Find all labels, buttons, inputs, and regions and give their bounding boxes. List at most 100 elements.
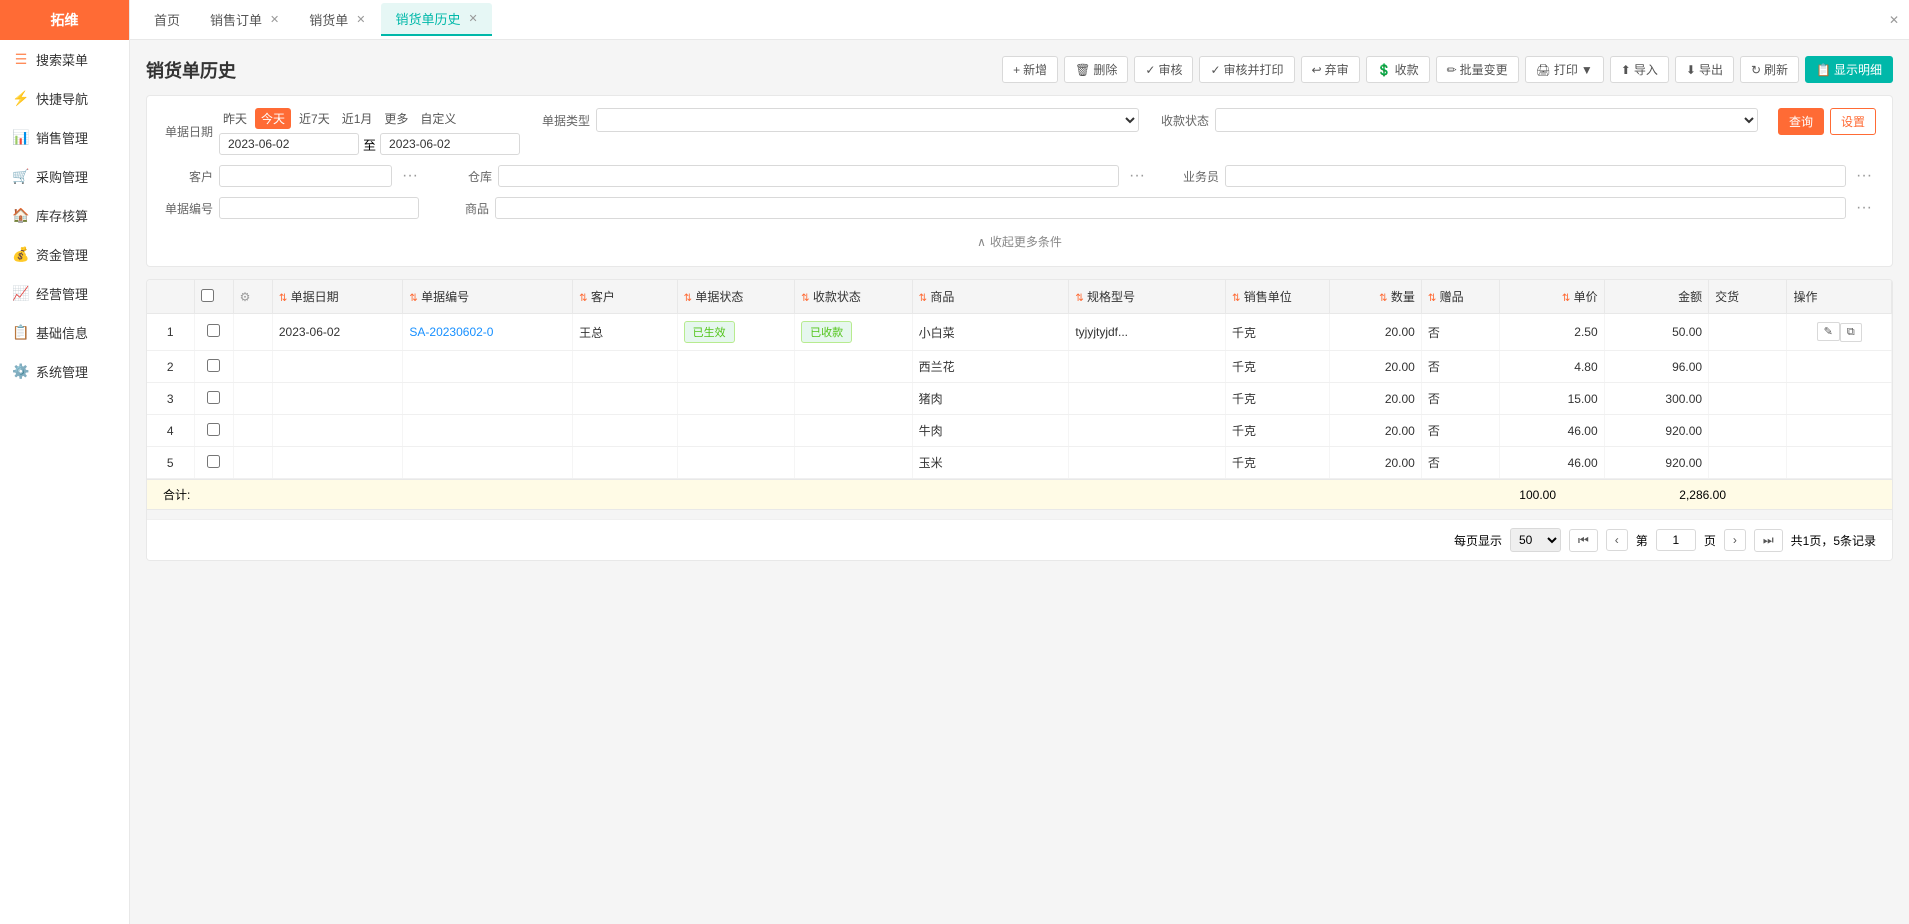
date-start-input[interactable] (219, 133, 359, 155)
cell-doc-no[interactable] (403, 383, 573, 415)
import-button[interactable]: ⬆ 导入 (1610, 56, 1669, 83)
date-btn-more[interactable]: 更多 (380, 108, 412, 129)
date-btn-7days[interactable]: 近7天 (295, 108, 334, 129)
sidebar-item-sys-mgmt[interactable]: ⚙️ 系统管理 (0, 352, 129, 391)
date-btn-1month[interactable]: 近1月 (338, 108, 377, 129)
cell-check[interactable] (194, 314, 233, 351)
cell-check[interactable] (194, 351, 233, 383)
customer-dots[interactable]: ··· (398, 167, 422, 185)
cell-doc-no[interactable] (403, 447, 573, 479)
customer-input[interactable] (219, 165, 392, 187)
salesperson-input[interactable] (1225, 165, 1846, 187)
show-detail-button[interactable]: 📋 显示明细 (1805, 56, 1893, 83)
abandon-button[interactable]: ↩ 弃审 (1301, 56, 1360, 83)
row-checkbox[interactable] (207, 359, 220, 372)
cell-check[interactable] (194, 383, 233, 415)
cell-gift: 否 (1421, 314, 1499, 351)
col-header-doc-no[interactable]: ⇅ 单据编号 (403, 280, 573, 314)
cell-action: ✎⧉ (1787, 314, 1892, 351)
prev-page-button[interactable]: ‹ (1606, 529, 1628, 551)
sidebar-item-sales-mgmt[interactable]: 📊 销售管理 (0, 118, 129, 157)
edit-button[interactable]: ✎ (1817, 322, 1840, 341)
tab-sales-history-close[interactable]: ✕ (469, 12, 478, 25)
col-header-check[interactable] (194, 280, 233, 314)
sidebar-item-basic-info[interactable]: 📋 基础信息 (0, 313, 129, 352)
warehouse-dots[interactable]: ··· (1125, 167, 1149, 185)
tab-home[interactable]: 首页 (140, 4, 194, 35)
tab-sales-goods[interactable]: 销货单 ✕ (295, 4, 379, 35)
col-header-doc-status[interactable]: ⇅ 单据状态 (677, 280, 795, 314)
date-btn-custom[interactable]: 自定义 (416, 108, 460, 129)
export-button[interactable]: ⬇ 导出 (1675, 56, 1734, 83)
new-button[interactable]: + 新增 (1002, 56, 1058, 83)
settings-button[interactable]: 设置 (1830, 108, 1876, 135)
col-header-customer[interactable]: ⇅ 客户 (573, 280, 677, 314)
col-header-price[interactable]: ⇅ 单价 (1500, 280, 1604, 314)
last-page-button[interactable]: ⏭ (1754, 529, 1783, 552)
collapse-button[interactable]: ∧ 收起更多条件 (163, 229, 1876, 254)
date-end-input[interactable] (380, 133, 520, 155)
tab-bar: 首页 销售订单 ✕ 销货单 ✕ 销货单历史 ✕ ✕ (130, 0, 1909, 40)
copy-button[interactable]: ⧉ (1840, 323, 1862, 342)
print-button[interactable]: 🖨 打印 ▼ (1525, 56, 1604, 83)
col-header-gift[interactable]: ⇅ 赠品 (1421, 280, 1499, 314)
per-page-select[interactable]: 50 100 (1510, 528, 1561, 552)
first-page-button[interactable]: ⏮ (1569, 529, 1598, 552)
audit-button[interactable]: ✓ 审核 (1134, 56, 1193, 83)
doc-type-select[interactable] (596, 108, 1139, 132)
page-number-input[interactable] (1656, 529, 1696, 551)
main-area: 首页 销售订单 ✕ 销货单 ✕ 销货单历史 ✕ ✕ 销货单历史 + 新增 (130, 0, 1909, 924)
goods-input[interactable] (495, 197, 1846, 219)
date-btn-yesterday[interactable]: 昨天 (219, 108, 251, 129)
cell-check[interactable] (194, 415, 233, 447)
salesperson-dots[interactable]: ··· (1852, 167, 1876, 185)
audit-print-button[interactable]: ✓ 审核并打印 (1199, 56, 1294, 83)
col-header-unit[interactable]: ⇅ 销售单位 (1226, 280, 1330, 314)
cell-doc-no[interactable] (403, 415, 573, 447)
goods-dots[interactable]: ··· (1852, 199, 1876, 217)
cell-amount: 920.00 (1604, 415, 1708, 447)
row-checkbox[interactable] (207, 324, 220, 337)
tab-sales-history[interactable]: 销货单历史 ✕ (381, 3, 491, 36)
col-header-qty[interactable]: ⇅ 数量 (1330, 280, 1421, 314)
tab-sales-order-close[interactable]: ✕ (270, 13, 279, 26)
col-header-pay-status[interactable]: ⇅ 收款状态 (795, 280, 913, 314)
sidebar-item-finance[interactable]: 💰 资金管理 (0, 235, 129, 274)
pay-status-select[interactable] (1215, 108, 1758, 132)
row-checkbox[interactable] (207, 455, 220, 468)
next-page-button[interactable]: › (1724, 529, 1746, 551)
col-header-goods[interactable]: ⇅ 商品 (912, 280, 1069, 314)
horizontal-scrollbar[interactable] (147, 509, 1892, 519)
col-header-date[interactable]: ⇅ 单据日期 (272, 280, 403, 314)
tab-sales-goods-close[interactable]: ✕ (356, 13, 365, 26)
cell-doc-no[interactable]: SA-20230602-0 (403, 314, 573, 351)
warehouse-input[interactable] (498, 165, 1119, 187)
audit-icon: ✓ (1145, 63, 1155, 77)
sidebar-item-search-menu[interactable]: ☰ 搜索菜单 (0, 40, 129, 79)
cell-action (1787, 415, 1892, 447)
table-row: 5 玉米 千克 20.00 否 46.00 920.00 (147, 447, 1892, 479)
column-settings-icon[interactable]: ⚙ (240, 290, 251, 304)
sidebar-item-quick-nav[interactable]: ⚡ 快捷导航 (0, 79, 129, 118)
receive-button[interactable]: 💲 收款 (1366, 56, 1430, 83)
query-button[interactable]: 查询 (1778, 108, 1824, 135)
select-all-checkbox[interactable] (201, 289, 214, 302)
delete-button[interactable]: 🗑 删除 (1064, 56, 1128, 83)
sidebar-item-ops-mgmt[interactable]: 📈 经营管理 (0, 274, 129, 313)
col-header-settings[interactable]: ⚙ (233, 280, 272, 314)
cell-check[interactable] (194, 447, 233, 479)
batch-change-button[interactable]: ✏ 批量变更 (1436, 56, 1519, 83)
sidebar-item-purchase-mgmt[interactable]: 🛒 采购管理 (0, 157, 129, 196)
row-checkbox[interactable] (207, 423, 220, 436)
date-btn-today[interactable]: 今天 (255, 108, 291, 129)
page-header: 销货单历史 + 新增 🗑 删除 ✓ 审核 ✓ 审核并打印 (146, 56, 1893, 83)
col-header-spec[interactable]: ⇅ 规格型号 (1069, 280, 1226, 314)
row-checkbox[interactable] (207, 391, 220, 404)
tab-sales-order[interactable]: 销售订单 ✕ (196, 4, 293, 35)
refresh-button[interactable]: ↻ 刷新 (1740, 56, 1799, 83)
audit-print-icon: ✓ (1210, 63, 1220, 77)
close-all-button[interactable]: ✕ (1889, 13, 1899, 27)
cell-doc-no[interactable] (403, 351, 573, 383)
sidebar-item-inventory[interactable]: 🏠 库存核算 (0, 196, 129, 235)
doc-no-input[interactable] (219, 197, 419, 219)
